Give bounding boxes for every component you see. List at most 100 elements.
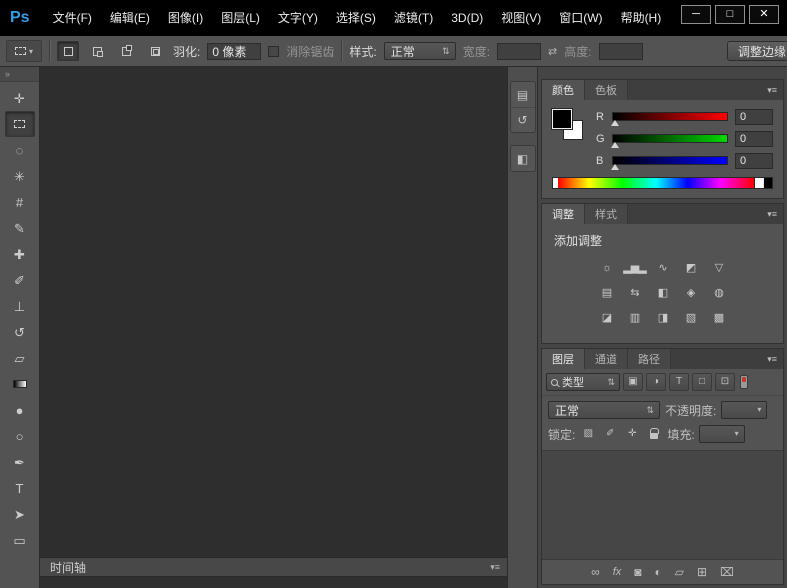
gradient-map-icon[interactable]: ▧	[678, 308, 703, 328]
levels-icon[interactable]: ▂▅▂	[622, 258, 647, 278]
slider-thumb[interactable]	[611, 164, 619, 170]
dodge-tool[interactable]: ○	[5, 423, 35, 449]
delete-layer-icon[interactable]: ⌧	[720, 566, 734, 578]
type-layer-filter-button[interactable]: T	[669, 373, 689, 391]
tab-channels[interactable]: 通道	[585, 349, 628, 369]
blend-mode-select[interactable]: 正常 ⇅	[548, 401, 660, 419]
info-panel-button[interactable]: ◧	[511, 146, 535, 171]
lock-position-button[interactable]: ✛	[623, 426, 641, 442]
menu-edit[interactable]: 编辑(E)	[101, 0, 159, 36]
pixel-layer-filter-button[interactable]: ▣	[623, 373, 643, 391]
feather-input[interactable]: 0 像素	[207, 42, 262, 60]
eyedropper-tool[interactable]: ✎	[5, 215, 35, 241]
threshold-icon[interactable]: ◨	[650, 308, 675, 328]
eraser-tool[interactable]: ▱	[5, 345, 35, 371]
color-spectrum-ramp[interactable]	[552, 177, 773, 189]
black-white-icon[interactable]: ◧	[650, 283, 675, 303]
green-value-input[interactable]: 0	[735, 130, 773, 147]
tool-preset-dropdown[interactable]: ▾	[6, 40, 42, 62]
tab-layers[interactable]: 图层	[542, 349, 585, 369]
new-selection-button[interactable]	[57, 41, 79, 61]
filter-kind-select[interactable]: 类型 ⇅	[546, 373, 620, 391]
lock-all-button[interactable]	[645, 426, 663, 442]
subtract-from-selection-button[interactable]	[115, 41, 137, 61]
selective-color-icon[interactable]: ▩	[706, 308, 731, 328]
rectangle-tool[interactable]: ▭	[5, 527, 35, 553]
history-brush-tool[interactable]: ↺	[5, 319, 35, 345]
close-button[interactable]: ✕	[749, 5, 779, 24]
tab-paths[interactable]: 路径	[628, 349, 671, 369]
menu-layer[interactable]: 图层(L)	[212, 0, 269, 36]
height-input[interactable]	[598, 42, 643, 60]
color-balance-icon[interactable]: ⇆	[622, 283, 647, 303]
brightness-contrast-icon[interactable]: ☼	[594, 258, 619, 278]
lock-transparent-pixels-button[interactable]: ▨	[579, 426, 597, 442]
width-input[interactable]	[497, 42, 542, 60]
blue-value-input[interactable]: 0	[735, 152, 773, 169]
lasso-tool[interactable]: ◌	[5, 137, 35, 163]
path-selection-tool[interactable]: ➤	[5, 501, 35, 527]
menu-help[interactable]: 帮助(H)	[612, 0, 671, 36]
type-tool[interactable]: T	[5, 475, 35, 501]
link-layers-icon[interactable]: ∞	[591, 566, 600, 578]
invert-icon[interactable]: ◪	[594, 308, 619, 328]
panel-menu-icon[interactable]: ▾≡	[767, 204, 783, 224]
menu-3d[interactable]: 3D(D)	[442, 0, 492, 36]
gradient-tool[interactable]	[5, 371, 35, 397]
slider-thumb[interactable]	[611, 120, 619, 126]
tab-adjustments[interactable]: 调整	[542, 204, 585, 224]
properties-panel-button[interactable]: ▤	[511, 82, 535, 107]
layer-effects-icon[interactable]: fx	[613, 566, 622, 578]
curves-icon[interactable]: ∿	[650, 258, 675, 278]
channel-mixer-icon[interactable]: ◍	[706, 283, 731, 303]
shape-layer-filter-button[interactable]: □	[692, 373, 712, 391]
vibrance-icon[interactable]: ▽	[706, 258, 731, 278]
menu-select[interactable]: 选择(S)	[327, 0, 385, 36]
toolbar-collapse-button[interactable]: »	[0, 67, 39, 82]
move-tool[interactable]: ✛	[5, 85, 35, 111]
fill-select[interactable]: ▾	[698, 425, 745, 443]
menu-type[interactable]: 文字(Y)	[269, 0, 327, 36]
layers-list[interactable]	[542, 450, 783, 560]
add-to-selection-button[interactable]	[86, 41, 108, 61]
spectrum-rainbow[interactable]	[558, 178, 754, 188]
menu-view[interactable]: 视图(V)	[492, 0, 550, 36]
layer-filter-toggle[interactable]	[740, 375, 748, 389]
layer-mask-icon[interactable]: ◙	[634, 566, 641, 578]
adjustment-layer-icon[interactable]: ◐	[655, 566, 662, 578]
photo-filter-icon[interactable]: ◈	[678, 283, 703, 303]
brush-tool[interactable]: ✐	[5, 267, 35, 293]
lock-image-pixels-button[interactable]: ✐	[601, 426, 619, 442]
spot-healing-brush-tool[interactable]: ✚	[5, 241, 35, 267]
crop-tool[interactable]: #	[5, 189, 35, 215]
menu-window[interactable]: 窗口(W)	[550, 0, 611, 36]
smart-object-filter-button[interactable]: ⊡	[715, 373, 735, 391]
foreground-color-swatch[interactable]	[552, 109, 572, 129]
rectangular-marquee-tool[interactable]	[4, 111, 35, 137]
pen-tool[interactable]: ✒	[5, 449, 35, 475]
timeline-menu-icon[interactable]: ▾≡	[490, 562, 507, 573]
timeline-panel-header[interactable]: 时间轴 ▾≡	[40, 557, 507, 577]
style-select[interactable]: 正常 ⇅	[383, 42, 456, 60]
refine-edge-button[interactable]: 调整边缘	[726, 41, 787, 61]
menu-filter[interactable]: 滤镜(T)	[385, 0, 442, 36]
exposure-icon[interactable]: ◩	[678, 258, 703, 278]
tab-styles[interactable]: 样式	[585, 204, 628, 224]
panel-menu-icon[interactable]: ▾≡	[767, 80, 783, 100]
tab-swatches[interactable]: 色板	[585, 80, 628, 100]
new-layer-icon[interactable]: ⊞	[697, 566, 707, 578]
red-value-input[interactable]: 0	[735, 108, 773, 125]
blur-tool[interactable]: ●	[5, 397, 35, 423]
slider-thumb[interactable]	[611, 142, 619, 148]
spectrum-white-swatch[interactable]	[754, 178, 763, 188]
menu-image[interactable]: 图像(I)	[159, 0, 212, 36]
minimize-button[interactable]: ─	[681, 5, 711, 24]
posterize-icon[interactable]: ▥	[622, 308, 647, 328]
red-slider[interactable]	[611, 112, 728, 126]
tab-color[interactable]: 颜色	[542, 80, 585, 100]
opacity-select[interactable]: ▾	[721, 401, 768, 419]
history-panel-button[interactable]: ↺	[510, 107, 535, 132]
antialias-checkbox[interactable]	[268, 45, 280, 57]
menu-file[interactable]: 文件(F)	[44, 0, 101, 36]
panel-menu-icon[interactable]: ▾≡	[767, 349, 783, 369]
